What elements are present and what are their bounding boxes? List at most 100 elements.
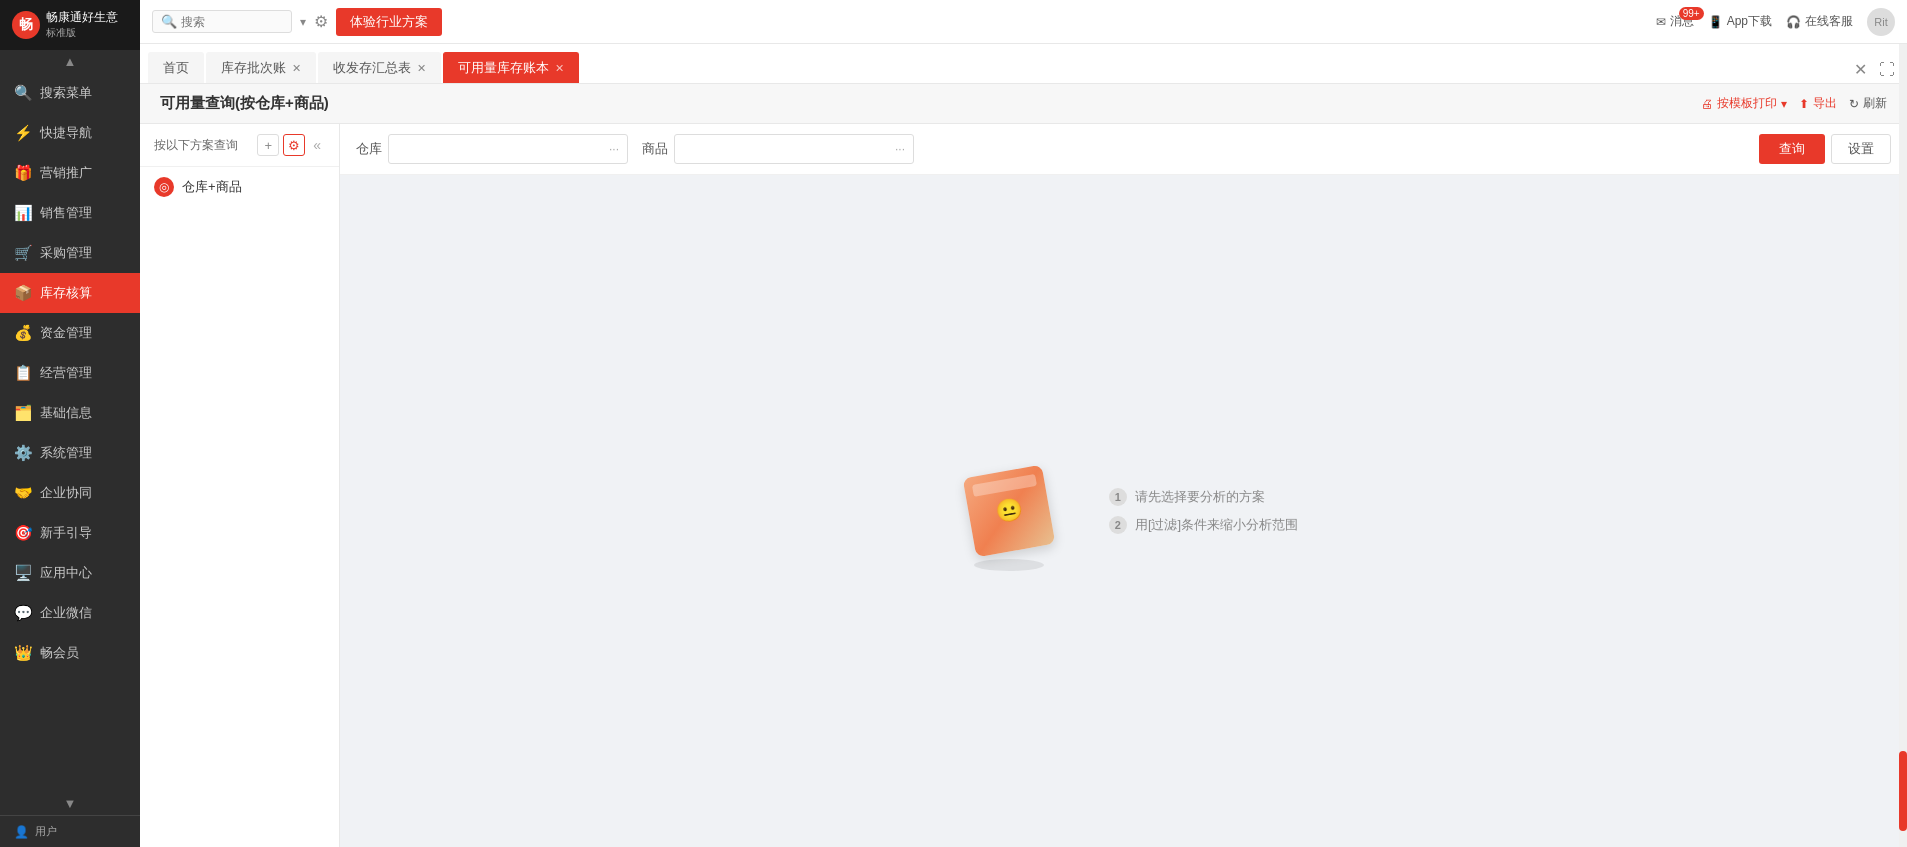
warehouse-more-btn[interactable]: ···: [609, 142, 619, 156]
online-service-label: 在线客服: [1805, 13, 1853, 30]
sidebar-item-finance[interactable]: 💰 资金管理: [0, 313, 140, 353]
product-more-btn[interactable]: ···: [895, 142, 905, 156]
filter-scheme-item[interactable]: ◎ 仓库+商品: [140, 167, 339, 207]
wechat-icon: 💬: [14, 604, 32, 622]
sales-icon: 📊: [14, 204, 32, 222]
sidebar-item-inventory[interactable]: 📦 库存核算: [0, 273, 140, 313]
sidebar-item-system[interactable]: ⚙️ 系统管理: [0, 433, 140, 473]
refresh-btn[interactable]: ↻ 刷新: [1849, 95, 1887, 112]
member-icon: 👑: [14, 644, 32, 662]
tab-stock-summary-close[interactable]: ✕: [417, 62, 426, 75]
page-header: 可用量查询(按仓库+商品) 🖨 按模板打印 ▾ ⬆ 导出 ↻ 刷新: [140, 84, 1907, 124]
tab-available-stock[interactable]: 可用量库存账本 ✕: [443, 52, 579, 83]
app-name: 畅康通好生意: [46, 10, 118, 26]
appstore-icon: 🖥️: [14, 564, 32, 582]
sidebar-item-marketing[interactable]: 🎁 营销推广: [0, 153, 140, 193]
page-title: 可用量查询(按仓库+商品): [160, 94, 329, 113]
sidebar-scroll-down[interactable]: ▼: [0, 792, 140, 815]
sidebar-item-purchase[interactable]: 🛒 采购管理: [0, 233, 140, 273]
sidebar-item-sales[interactable]: 📊 销售管理: [0, 193, 140, 233]
product-input[interactable]: ···: [674, 134, 914, 164]
industry-btn[interactable]: 体验行业方案: [336, 8, 442, 36]
sidebar-item-search[interactable]: 🔍 搜索菜单: [0, 73, 140, 113]
main-area: 🔍 ▾ ⚙ 体验行业方案 ✉ 消息 99+ 📱 App下载 🎧 在线客服 Rit: [140, 0, 1907, 847]
content-area: 按以下方案查询 + ⚙ « ◎ 仓库+商品: [140, 124, 1907, 847]
system-icon: ⚙️: [14, 444, 32, 462]
header-search-box[interactable]: 🔍: [152, 10, 292, 33]
search-input[interactable]: [181, 15, 271, 29]
sidebar-label-sales: 销售管理: [40, 204, 92, 222]
sidebar-label-quick-nav: 快捷导航: [40, 124, 92, 142]
filter-scheme-icon: ◎: [154, 177, 174, 197]
filter-add-btn[interactable]: +: [257, 134, 279, 156]
refresh-icon: ↻: [1849, 97, 1859, 111]
empty-text: 1 请先选择要分析的方案 2 用[过滤]条件来缩小分析范围: [1109, 488, 1298, 534]
sidebar-label-search: 搜索菜单: [40, 84, 92, 102]
step2-num: 2: [1109, 516, 1127, 534]
message-icon: ✉: [1656, 15, 1666, 29]
box-face-icon: 😐: [993, 496, 1024, 526]
empty-illustration: 😐: [949, 451, 1069, 571]
tab-batch-account[interactable]: 库存批次账 ✕: [206, 52, 316, 83]
sidebar-item-enterprise[interactable]: 🤝 企业协同: [0, 473, 140, 513]
filter-scheme-label: 仓库+商品: [182, 178, 242, 196]
sidebar-item-wechat[interactable]: 💬 企业微信: [0, 593, 140, 633]
tabs-bar: 首页 库存批次账 ✕ 收发存汇总表 ✕ 可用量库存账本 ✕ ✕ ⛶: [140, 44, 1907, 84]
tab-home[interactable]: 首页: [148, 52, 204, 83]
right-scrollbar[interactable]: [1899, 44, 1907, 847]
warehouse-field: 仓库 ···: [356, 134, 628, 164]
search-icon: 🔍: [14, 84, 32, 102]
filter-collapse-btn[interactable]: «: [309, 134, 325, 156]
newbie-icon: 🎯: [14, 524, 32, 542]
sidebar: 畅 畅康通好生意 标准版 ▲ 🔍 搜索菜单 ⚡ 快捷导航 🎁 营销推广 📊 销售…: [0, 0, 140, 847]
tab-stock-summary[interactable]: 收发存汇总表 ✕: [318, 52, 441, 83]
filter-gear-icon: ⚙: [288, 138, 300, 153]
sidebar-item-member[interactable]: 👑 畅会员: [0, 633, 140, 673]
print-label: 按模板打印: [1717, 95, 1777, 112]
tab-expand-btn[interactable]: ⛶: [1875, 57, 1899, 83]
query-btn[interactable]: 查询: [1759, 134, 1825, 164]
sidebar-item-quick-nav[interactable]: ⚡ 快捷导航: [0, 113, 140, 153]
sidebar-item-basics[interactable]: 🗂️ 基础信息: [0, 393, 140, 433]
empty-state: 😐 1 请先选择要分析的方案 2 用[过滤]条件来缩小分析范围: [340, 175, 1907, 847]
search-icon-header: 🔍: [161, 14, 177, 29]
page-actions: 🖨 按模板打印 ▾ ⬆ 导出 ↻ 刷新: [1701, 95, 1887, 112]
sidebar-label-purchase: 采购管理: [40, 244, 92, 262]
header-settings-btn[interactable]: ⚙: [314, 12, 328, 31]
tab-available-stock-label: 可用量库存账本: [458, 59, 549, 77]
warehouse-input[interactable]: ···: [388, 134, 628, 164]
online-service-btn[interactable]: 🎧 在线客服: [1786, 13, 1853, 30]
user-label: 用户: [35, 824, 57, 839]
print-btn[interactable]: 🖨 按模板打印 ▾: [1701, 95, 1787, 112]
sidebar-scroll-up[interactable]: ▲: [0, 50, 140, 73]
tabs-right-actions: ✕ ⛶: [1842, 56, 1907, 83]
sidebar-item-newbie[interactable]: 🎯 新手引导: [0, 513, 140, 553]
headset-icon: 🎧: [1786, 15, 1801, 29]
finance-icon: 💰: [14, 324, 32, 342]
sidebar-item-operations[interactable]: 📋 经营管理: [0, 353, 140, 393]
sidebar-label-newbie: 新手引导: [40, 524, 92, 542]
purchase-icon: 🛒: [14, 244, 32, 262]
sidebar-label-operations: 经营管理: [40, 364, 92, 382]
product-field: 商品 ···: [642, 134, 914, 164]
filter-settings-icon-btn[interactable]: ⚙: [283, 134, 305, 156]
sidebar-logo: 畅 畅康通好生意 标准版: [0, 0, 140, 50]
quick-nav-icon: ⚡: [14, 124, 32, 142]
phone-icon: 📱: [1708, 15, 1723, 29]
query-actions: 查询 设置: [1759, 134, 1891, 164]
sidebar-footer-user[interactable]: 👤 用户: [0, 815, 140, 847]
tab-close-all-btn[interactable]: ✕: [1850, 56, 1871, 83]
sidebar-item-appstore[interactable]: 🖥️ 应用中心: [0, 553, 140, 593]
app-download-btn[interactable]: 📱 App下载: [1708, 13, 1772, 30]
scrollbar-thumb: [1899, 751, 1907, 831]
tab-batch-account-close[interactable]: ✕: [292, 62, 301, 75]
export-btn[interactable]: ⬆ 导出: [1799, 95, 1837, 112]
filter-panel-title: 按以下方案查询: [154, 137, 238, 154]
messages-btn[interactable]: ✉ 消息 99+: [1656, 13, 1694, 30]
settings-btn[interactable]: 设置: [1831, 134, 1891, 164]
user-avatar[interactable]: Rit: [1867, 8, 1895, 36]
sidebar-label-wechat: 企业微信: [40, 604, 92, 622]
header-dropdown-btn[interactable]: ▾: [300, 15, 306, 29]
empty-box: 😐: [963, 465, 1056, 558]
tab-available-stock-close[interactable]: ✕: [555, 62, 564, 75]
